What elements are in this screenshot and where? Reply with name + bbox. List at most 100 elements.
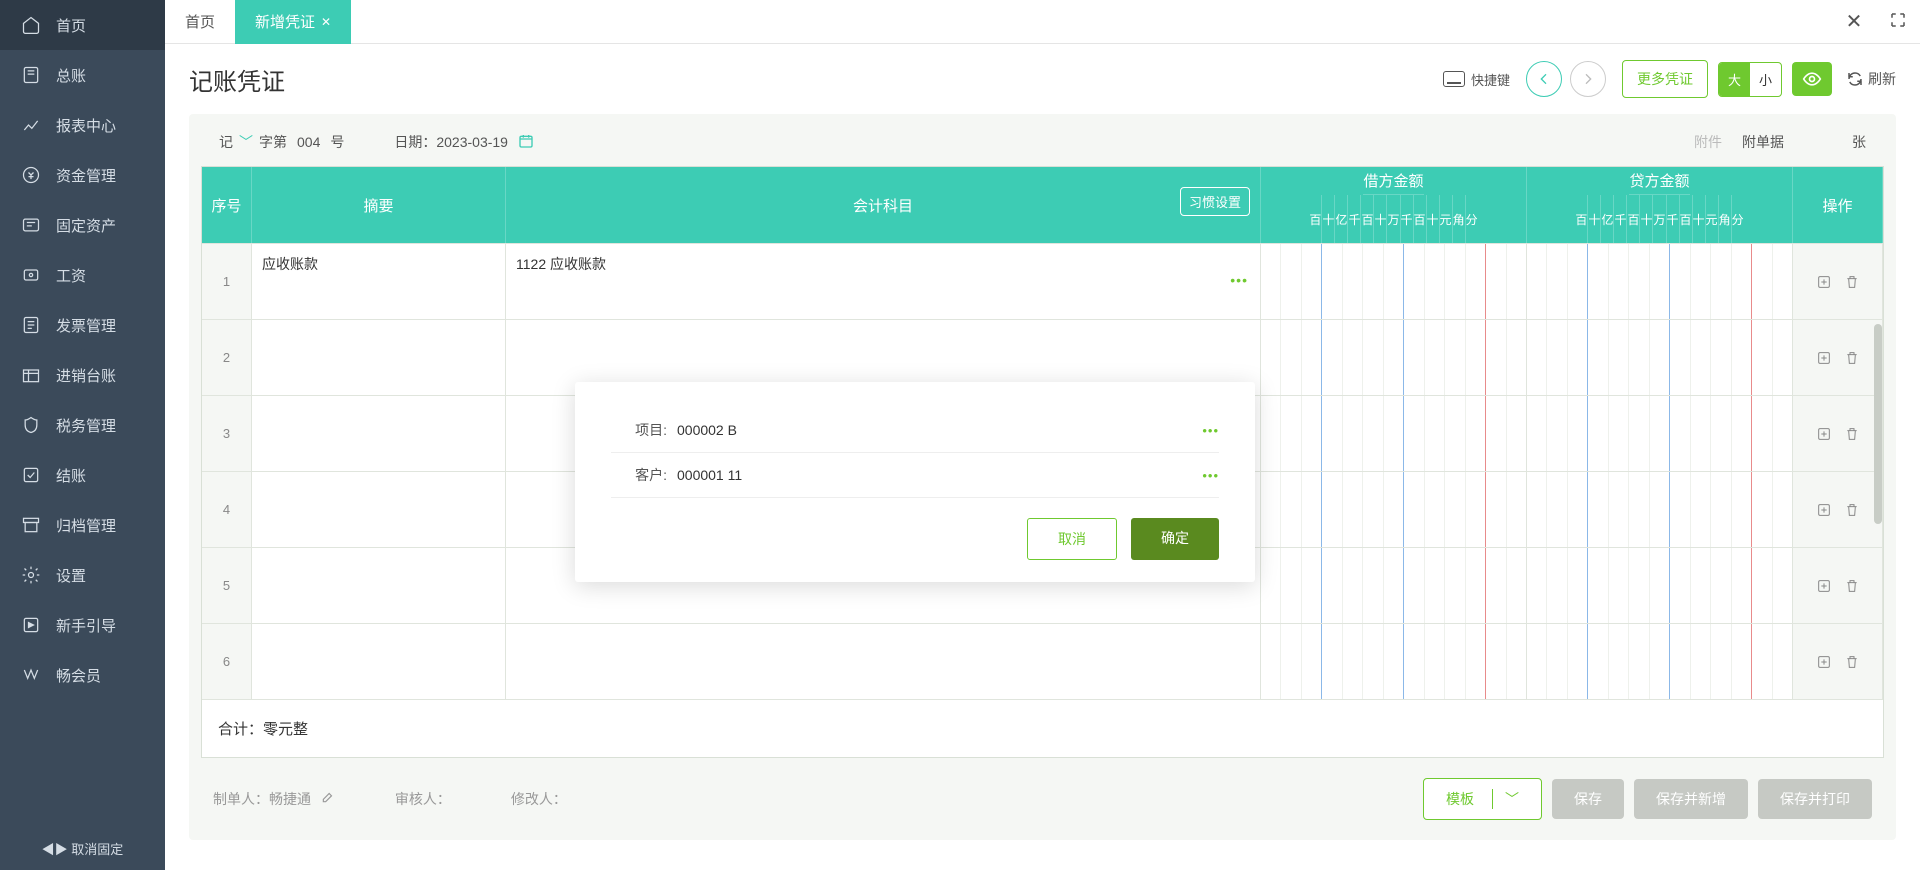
sidebar-item-tax[interactable]: 税务管理: [0, 400, 165, 450]
account-cell[interactable]: [506, 624, 1261, 699]
sidebar-item-home[interactable]: 首页: [0, 0, 165, 50]
project-input[interactable]: 000002 B: [667, 422, 1202, 438]
account-picker-button[interactable]: •••: [1230, 272, 1248, 288]
page-title: 记账凭证: [189, 62, 285, 97]
debit-cell[interactable]: [1261, 320, 1527, 395]
customer-input[interactable]: 000001 11: [667, 467, 1202, 483]
sidebar-item-invoice[interactable]: 发票管理: [0, 300, 165, 350]
maker-field: 制单人：畅捷通: [213, 789, 335, 809]
popup-customer-row: 客户: 000001 11 •••: [611, 453, 1219, 498]
debit-cell[interactable]: [1261, 244, 1527, 319]
habit-settings-button[interactable]: 习惯设置: [1180, 187, 1250, 216]
tab-new-voucher[interactable]: 新增凭证 ✕: [235, 0, 351, 44]
edit-icon[interactable]: [321, 791, 335, 807]
sidebar-item-settings[interactable]: 设置: [0, 550, 165, 600]
th-seq: 序号: [202, 167, 252, 243]
chart-icon: [20, 114, 42, 136]
add-row-icon[interactable]: [1816, 350, 1832, 366]
calendar-icon: [518, 133, 534, 152]
tab-home[interactable]: 首页: [165, 0, 235, 44]
more-vouchers-button[interactable]: 更多凭证: [1622, 60, 1708, 98]
ok-button[interactable]: 确定: [1131, 518, 1219, 560]
summary-cell[interactable]: 应收账款: [252, 244, 506, 319]
summary-cell[interactable]: [252, 472, 506, 547]
voucher-date-picker[interactable]: 日期： 2023-03-19: [394, 132, 534, 152]
th-account: 会计科目 习惯设置: [506, 167, 1261, 243]
attach-button[interactable]: 附件: [1694, 132, 1722, 152]
sidebar-item-label: 资金管理: [56, 165, 116, 186]
debit-cell[interactable]: [1261, 472, 1527, 547]
row-ops: [1793, 624, 1883, 699]
money-icon: [20, 164, 42, 186]
delete-row-icon[interactable]: [1844, 502, 1860, 518]
th-ops: 操作: [1793, 167, 1883, 243]
popup-project-row: 项目: 000002 B •••: [611, 408, 1219, 453]
size-small-button[interactable]: 小: [1750, 63, 1781, 96]
summary-cell[interactable]: [252, 320, 506, 395]
sidebar-item-guide[interactable]: 新手引导: [0, 600, 165, 650]
credit-cell[interactable]: [1527, 472, 1793, 547]
expand-icon[interactable]: [1876, 11, 1920, 32]
size-large-button[interactable]: 大: [1719, 63, 1750, 96]
refresh-button[interactable]: 刷新: [1846, 69, 1896, 89]
sidebar-item-archive[interactable]: 归档管理: [0, 500, 165, 550]
sidebar-item-funds[interactable]: 资金管理: [0, 150, 165, 200]
toolbar: 记账凭证 快捷键 更多凭证 大 小 刷新: [165, 44, 1920, 114]
debit-cell[interactable]: [1261, 624, 1527, 699]
visibility-toggle-button[interactable]: [1792, 62, 1832, 96]
add-row-icon[interactable]: [1816, 274, 1832, 290]
sidebar-item-salary[interactable]: 工资: [0, 250, 165, 300]
sidebar-item-label: 结账: [56, 465, 86, 486]
add-row-icon[interactable]: [1816, 426, 1832, 442]
delete-row-icon[interactable]: [1844, 350, 1860, 366]
sidebar-item-inventory[interactable]: 进销台账: [0, 350, 165, 400]
sidebar-item-ledger[interactable]: 总账: [0, 50, 165, 100]
sidebar-item-vip[interactable]: 畅会员: [0, 650, 165, 700]
delete-row-icon[interactable]: [1844, 274, 1860, 290]
credit-cell[interactable]: [1527, 548, 1793, 623]
add-row-icon[interactable]: [1816, 502, 1832, 518]
row-ops: [1793, 320, 1883, 395]
save-print-button[interactable]: 保存并打印: [1758, 779, 1872, 819]
sidebar-item-assets[interactable]: 固定资产: [0, 200, 165, 250]
account-cell[interactable]: 1122 应收账款•••: [506, 244, 1261, 319]
reviewer-field: 审核人：: [395, 789, 451, 809]
row-ops: [1793, 472, 1883, 547]
prev-voucher-button[interactable]: [1526, 61, 1562, 97]
chevron-down-icon: ﹀: [1492, 789, 1519, 809]
credit-cell[interactable]: [1527, 624, 1793, 699]
credit-cell[interactable]: [1527, 320, 1793, 395]
add-row-icon[interactable]: [1816, 654, 1832, 670]
next-voucher-button[interactable]: [1570, 61, 1606, 97]
cancel-button[interactable]: 取消: [1027, 518, 1117, 560]
debit-cell[interactable]: [1261, 548, 1527, 623]
project-picker-button[interactable]: •••: [1202, 423, 1219, 438]
window-close-button[interactable]: ✕: [1832, 9, 1876, 34]
sidebar-item-reports[interactable]: 报表中心: [0, 100, 165, 150]
delete-row-icon[interactable]: [1844, 654, 1860, 670]
credit-cell[interactable]: [1527, 244, 1793, 319]
save-new-button[interactable]: 保存并新增: [1634, 779, 1748, 819]
customer-picker-button[interactable]: •••: [1202, 468, 1219, 483]
guide-icon: [20, 614, 42, 636]
debit-cell[interactable]: [1261, 396, 1527, 471]
add-row-icon[interactable]: [1816, 578, 1832, 594]
close-icon[interactable]: ✕: [321, 15, 331, 29]
summary-cell[interactable]: [252, 624, 506, 699]
table-row: 6: [202, 623, 1883, 699]
sidebar-item-closing[interactable]: 结账: [0, 450, 165, 500]
scrollbar[interactable]: [1874, 324, 1882, 684]
template-button[interactable]: 模板 ﹀: [1423, 778, 1542, 820]
inventory-icon: [20, 364, 42, 386]
voucher-type-select[interactable]: 记﹀: [219, 132, 253, 152]
summary-cell[interactable]: [252, 548, 506, 623]
sidebar-item-label: 发票管理: [56, 315, 116, 336]
delete-row-icon[interactable]: [1844, 426, 1860, 442]
save-button[interactable]: 保存: [1552, 779, 1624, 819]
sidebar-pin-toggle[interactable]: ◀▶ 取消固定: [0, 827, 165, 870]
credit-cell[interactable]: [1527, 396, 1793, 471]
summary-cell[interactable]: [252, 396, 506, 471]
shortcut-key-button[interactable]: 快捷键: [1443, 70, 1510, 89]
voucher-number[interactable]: 004: [297, 134, 320, 150]
delete-row-icon[interactable]: [1844, 578, 1860, 594]
